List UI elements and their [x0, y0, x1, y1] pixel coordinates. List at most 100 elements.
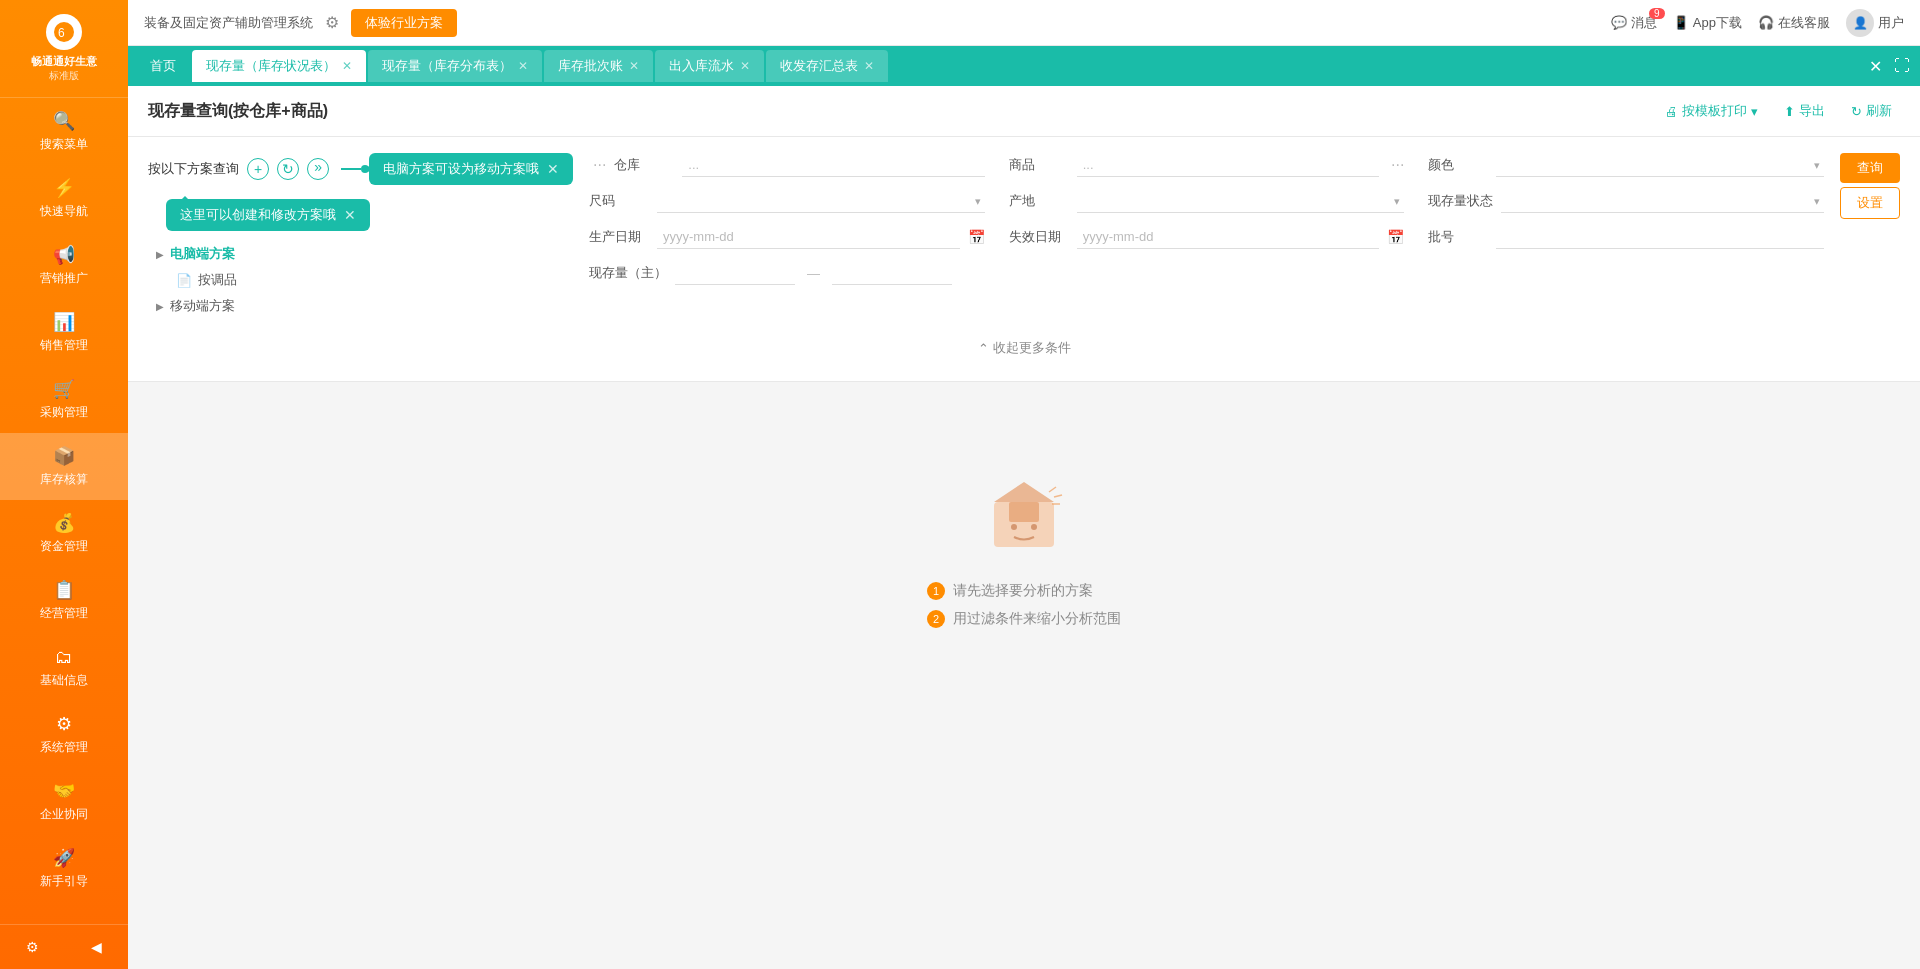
- sidebar-item-label: 销售管理: [40, 337, 88, 354]
- enterprise-icon: 🤝: [53, 780, 75, 802]
- tab-inventory-dist[interactable]: 现存量（库存分布表） ✕: [368, 50, 542, 82]
- export-btn[interactable]: ⬆ 导出: [1776, 98, 1833, 124]
- message-badge: 9: [1649, 8, 1665, 19]
- filter-produce-date-row: 生产日期 📅: [589, 225, 985, 249]
- sidebar-item-finance[interactable]: 💰 资金管理: [0, 500, 128, 567]
- topbar-gear-icon[interactable]: ⚙: [325, 13, 339, 32]
- goods-input[interactable]: [1077, 153, 1379, 177]
- sidebar-item-label: 基础信息: [40, 672, 88, 689]
- sidebar-collapse-icon[interactable]: ◀: [87, 935, 106, 959]
- goods-dots[interactable]: ···: [1391, 156, 1404, 174]
- sidebar-item-search-menu[interactable]: 🔍 搜索菜单: [0, 98, 128, 165]
- produce-date-calendar-icon[interactable]: 📅: [968, 229, 985, 245]
- message-icon: 💬: [1611, 15, 1627, 30]
- guide-icon: 🚀: [53, 847, 75, 869]
- sidebar-bottom: ⚙ ◀: [0, 924, 128, 969]
- sidebar-item-inventory[interactable]: 📦 库存核算: [0, 433, 128, 500]
- topbar-support[interactable]: 🎧 在线客服: [1758, 14, 1830, 32]
- warehouse-label: 仓库: [614, 156, 674, 174]
- sidebar-item-label: 经营管理: [40, 605, 88, 622]
- tooltip1-close[interactable]: ✕: [547, 161, 559, 177]
- tab-home[interactable]: 首页: [136, 50, 190, 82]
- filter-origin-row: 产地 ▾: [1009, 189, 1405, 213]
- tab-batch-ledger[interactable]: 库存批次账 ✕: [544, 50, 653, 82]
- filter-header-label: 按以下方案查询: [148, 160, 239, 178]
- refresh-icon: ↻: [1851, 104, 1862, 119]
- topbar-user[interactable]: 👤 用户: [1846, 9, 1904, 37]
- origin-label: 产地: [1009, 192, 1069, 210]
- tab-inout-flow-close[interactable]: ✕: [740, 59, 750, 73]
- experience-btn[interactable]: 体验行业方案: [351, 9, 457, 37]
- filter-goods-row: 商品 ···: [1009, 153, 1405, 177]
- expire-date-calendar-icon[interactable]: 📅: [1387, 229, 1404, 245]
- search-menu-icon: 🔍: [53, 110, 75, 132]
- search-btn[interactable]: 查询: [1840, 153, 1900, 183]
- inv-main-from-input[interactable]: [675, 261, 795, 285]
- tree-desktop-root[interactable]: ▶ 电脑端方案: [148, 241, 573, 267]
- tooltip-bubble-2: 这里可以创建和修改方案哦 ✕: [166, 199, 370, 231]
- tabbar-close-icon[interactable]: ✕: [1867, 55, 1884, 78]
- tab-inventory-dist-close[interactable]: ✕: [518, 59, 528, 73]
- sidebar-item-system[interactable]: ⚙ 系统管理: [0, 701, 128, 768]
- inv-state-select[interactable]: [1501, 189, 1824, 213]
- chevron-up-icon: ⌃: [978, 341, 989, 356]
- add-plan-btn[interactable]: +: [247, 158, 269, 180]
- produce-date-input[interactable]: [657, 225, 960, 249]
- headset-icon: 🎧: [1758, 15, 1774, 30]
- tab-inventory-status-close[interactable]: ✕: [342, 59, 352, 73]
- refresh-plan-btn[interactable]: ↻: [277, 158, 299, 180]
- batch-input[interactable]: [1496, 225, 1824, 249]
- tabbar-expand-icon[interactable]: ⛶: [1892, 55, 1912, 77]
- sidebar-item-operations[interactable]: 📋 经营管理: [0, 567, 128, 634]
- color-select-wrapper: ▾: [1496, 153, 1824, 177]
- color-select[interactable]: [1496, 153, 1824, 177]
- finance-icon: 💰: [53, 512, 75, 534]
- sidebar-item-enterprise[interactable]: 🤝 企业协同: [0, 768, 128, 835]
- tab-inventory-dist-label: 现存量（库存分布表）: [382, 57, 512, 75]
- expire-date-input[interactable]: [1077, 225, 1380, 249]
- empty-icon: [974, 462, 1074, 562]
- filter-expire-date-row: 失效日期 📅: [1009, 225, 1405, 249]
- main-area: 装备及固定资产辅助管理系统 ⚙ 体验行业方案 💬 消息 9 📱 App下载 🎧 …: [128, 0, 1920, 969]
- marketing-icon: 📢: [53, 244, 75, 266]
- sidebar-item-basic-info[interactable]: 🗂 基础信息: [0, 634, 128, 701]
- avatar: 👤: [1846, 9, 1874, 37]
- tab-batch-ledger-close[interactable]: ✕: [629, 59, 639, 73]
- produce-date-label: 生产日期: [589, 228, 649, 246]
- reset-btn[interactable]: 设置: [1840, 187, 1900, 219]
- topbar-message[interactable]: 💬 消息 9: [1611, 14, 1657, 32]
- tab-receive-summary[interactable]: 收发存汇总表 ✕: [766, 50, 888, 82]
- filter-collapse-btn[interactable]: ⌃ 收起更多条件: [148, 331, 1900, 365]
- tab-home-label: 首页: [150, 57, 176, 75]
- printer-icon: 🖨: [1665, 104, 1678, 119]
- logo-text: 畅通通好生意: [31, 54, 97, 69]
- tabbar: 首页 现存量（库存状况表） ✕ 现存量（库存分布表） ✕ 库存批次账 ✕ 出入库…: [128, 46, 1920, 86]
- tree-item-tiaopinpin[interactable]: 📄 按调品: [148, 267, 573, 293]
- sidebar-item-sales[interactable]: 📊 销售管理: [0, 299, 128, 366]
- tab-receive-summary-close[interactable]: ✕: [864, 59, 874, 73]
- tab-inout-flow[interactable]: 出入库流水 ✕: [655, 50, 764, 82]
- inv-main-to-input[interactable]: [832, 261, 952, 285]
- size-select[interactable]: [657, 189, 985, 213]
- app-label: App下载: [1693, 14, 1742, 32]
- refresh-btn[interactable]: ↻ 刷新: [1843, 98, 1900, 124]
- sales-icon: 📊: [53, 311, 75, 333]
- print-btn[interactable]: 🖨 按模板打印 ▾: [1657, 98, 1766, 124]
- sidebar-item-guide[interactable]: 🚀 新手引导: [0, 835, 128, 902]
- color-label: 颜色: [1428, 156, 1488, 174]
- sidebar-item-quick-nav[interactable]: ⚡ 快速导航: [0, 165, 128, 232]
- tab-inventory-status[interactable]: 现存量（库存状况表） ✕: [192, 50, 366, 82]
- origin-select[interactable]: [1077, 189, 1405, 213]
- sidebar-item-marketing[interactable]: 📢 营销推广: [0, 232, 128, 299]
- sidebar-nav: 🔍 搜索菜单 ⚡ 快速导航 📢 营销推广 📊 销售管理 🛒 采购管理 📦 库存核…: [0, 98, 128, 924]
- filter-warehouse-row: ··· 仓库: [589, 153, 985, 177]
- topbar-app-download[interactable]: 📱 App下载: [1673, 14, 1742, 32]
- sidebar-settings-icon[interactable]: ⚙: [22, 935, 43, 959]
- tooltip2-close[interactable]: ✕: [344, 207, 356, 223]
- warehouse-dots[interactable]: ···: [593, 156, 606, 174]
- warehouse-input[interactable]: [682, 153, 984, 177]
- sidebar-item-purchase[interactable]: 🛒 采购管理: [0, 366, 128, 433]
- back-plan-btn[interactable]: «: [307, 158, 329, 180]
- sidebar-logo: 6 畅通通好生意 标准版: [0, 0, 128, 98]
- tree-mobile-root[interactable]: ▶ 移动端方案: [148, 293, 573, 319]
